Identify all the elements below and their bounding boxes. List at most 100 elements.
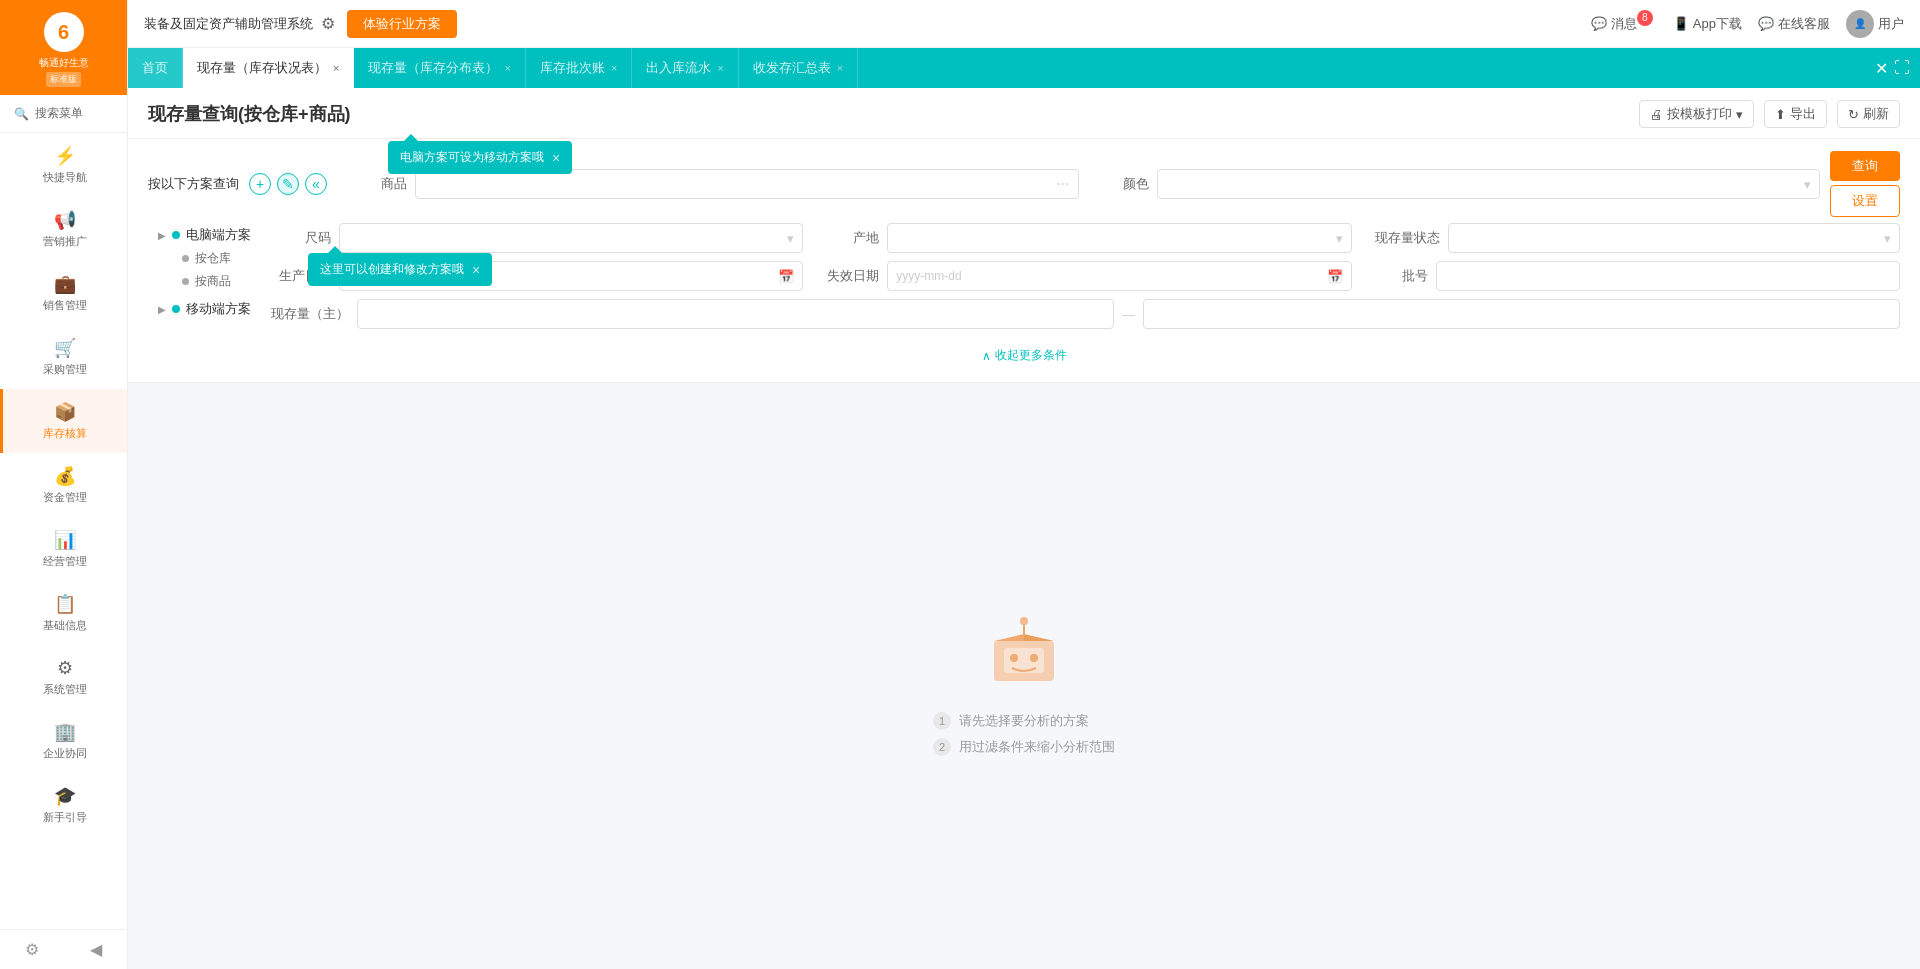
tab-inventory-dist[interactable]: 现存量（库存分布表） × bbox=[354, 48, 525, 88]
sidebar-item-system[interactable]: ⚙ 系统管理 bbox=[0, 645, 127, 709]
expiry-date-input[interactable]: yyyy-mm-dd 📅 bbox=[887, 261, 1351, 291]
page-actions: 🖨 按模板打印 ▾ ⬆ 导出 ↻ 刷新 bbox=[1639, 100, 1900, 128]
filter-row2: 尺码 ▾ 产地 ▾ bbox=[271, 223, 1900, 253]
empty-tip-1: 1 请先选择要分析的方案 bbox=[933, 712, 1115, 730]
color-select[interactable]: ▾ bbox=[1157, 169, 1821, 199]
sidebar-item-guide[interactable]: 🎓 新手引导 bbox=[0, 773, 127, 837]
sidebar-item-label: 基础信息 bbox=[43, 618, 87, 633]
sidebar-item-enterprise[interactable]: 🏢 企业协同 bbox=[0, 709, 127, 773]
svg-marker-1 bbox=[994, 634, 1024, 641]
batch-no-field: 批号 bbox=[1368, 261, 1900, 291]
tab-inventory-dist-close[interactable]: × bbox=[504, 62, 510, 74]
tooltip-pc-scheme: 电脑方案可设为移动方案哦 × bbox=[388, 141, 572, 174]
sidebar-item-marketing[interactable]: 📢 营销推广 bbox=[0, 197, 127, 261]
sidebar-item-inventory[interactable]: 📦 库存核算 bbox=[0, 389, 127, 453]
sidebar-collapse-btn[interactable]: ◀ bbox=[90, 940, 102, 959]
quick-nav-icon: ⚡ bbox=[54, 145, 76, 167]
tab-close-all-btn[interactable]: ✕ bbox=[1875, 59, 1888, 78]
tooltip2-close[interactable]: × bbox=[472, 262, 480, 278]
stock-min-input[interactable] bbox=[357, 299, 1114, 329]
basic-info-icon: 📋 bbox=[54, 593, 76, 615]
sidebar-item-label: 快捷导航 bbox=[43, 170, 87, 185]
tab-recv-summary-label: 收发存汇总表 bbox=[753, 59, 831, 77]
sidebar-item-finance[interactable]: 💰 资金管理 bbox=[0, 453, 127, 517]
marketing-icon: 📢 bbox=[54, 209, 76, 231]
query-btn[interactable]: 查询 bbox=[1830, 151, 1900, 181]
user-btn[interactable]: 👤 用户 bbox=[1846, 10, 1904, 38]
trial-btn[interactable]: 体验行业方案 bbox=[347, 10, 457, 38]
origin-field: 产地 ▾ bbox=[819, 223, 1351, 253]
sidebar-item-label: 采购管理 bbox=[43, 362, 87, 377]
template-print-btn[interactable]: 🖨 按模板打印 ▾ bbox=[1639, 100, 1754, 128]
tab-inventory-status-close[interactable]: × bbox=[333, 62, 339, 74]
tip-num-1: 1 bbox=[933, 712, 951, 730]
logo-name: 畅通好生意 bbox=[39, 56, 89, 70]
back-scheme-btn[interactable]: « bbox=[305, 173, 327, 195]
inventory-icon: 📦 bbox=[54, 401, 76, 423]
chevron-down-icon: ▾ bbox=[1804, 177, 1811, 192]
refresh-label: 刷新 bbox=[1863, 105, 1889, 123]
tab-inout-flow-close[interactable]: × bbox=[717, 62, 723, 74]
topbar-gear-icon[interactable]: ⚙ bbox=[321, 14, 335, 33]
scheme-tree-row: ▶ 电脑端方案 按仓库 按商品 ▶ 移动端方 bbox=[148, 223, 1900, 333]
color-label: 颜色 bbox=[1089, 175, 1149, 193]
stock-status-select[interactable]: ▾ bbox=[1448, 223, 1900, 253]
export-label: 导出 bbox=[1790, 105, 1816, 123]
refresh-btn[interactable]: ↻ 刷新 bbox=[1837, 100, 1900, 128]
scheme-pc-warehouse[interactable]: 按仓库 bbox=[158, 247, 251, 270]
tab-inventory-dist-label: 现存量（库存分布表） bbox=[368, 59, 498, 77]
tab-recv-summary-close[interactable]: × bbox=[837, 62, 843, 74]
online-service-btn[interactable]: 💬 在线客服 bbox=[1758, 15, 1830, 33]
sidebar-settings-btn[interactable]: ⚙ bbox=[25, 940, 39, 959]
sidebar: 6 畅通好生意 标准版 🔍 搜索菜单 ⚡ 快捷导航 📢 营销推广 💼 销售管理 … bbox=[0, 0, 128, 969]
tab-home-label: 首页 bbox=[142, 59, 168, 77]
origin-select[interactable]: ▾ bbox=[887, 223, 1351, 253]
product-scheme-dot bbox=[182, 278, 189, 285]
search-icon: 🔍 bbox=[14, 107, 29, 121]
tab-batch-ledger[interactable]: 库存批次账 × bbox=[526, 48, 632, 88]
export-icon: ⬆ bbox=[1775, 107, 1786, 122]
tab-inout-flow[interactable]: 出入库流水 × bbox=[632, 48, 738, 88]
tip-num-2: 2 bbox=[933, 738, 951, 756]
printer-icon: 🖨 bbox=[1650, 107, 1663, 122]
export-btn[interactable]: ⬆ 导出 bbox=[1764, 100, 1827, 128]
batch-no-input[interactable] bbox=[1436, 261, 1900, 291]
set-btn[interactable]: 设置 bbox=[1830, 185, 1900, 217]
app-download-btn[interactable]: 📱 App下载 bbox=[1673, 15, 1742, 33]
add-scheme-btn[interactable]: + bbox=[249, 173, 271, 195]
more-dots-icon[interactable]: ··· bbox=[1056, 175, 1069, 193]
sidebar-item-basic-info[interactable]: 📋 基础信息 bbox=[0, 581, 127, 645]
online-service-label: 在线客服 bbox=[1778, 15, 1830, 33]
scheme-pc-product[interactable]: 按商品 bbox=[158, 270, 251, 293]
sidebar-search[interactable]: 🔍 搜索菜单 bbox=[0, 95, 127, 133]
tab-batch-ledger-close[interactable]: × bbox=[611, 62, 617, 74]
size-select[interactable]: ▾ bbox=[339, 223, 803, 253]
stock-status-field: 现存量状态 ▾ bbox=[1368, 223, 1900, 253]
sidebar-item-operations[interactable]: 📊 经营管理 bbox=[0, 517, 127, 581]
collapse-conditions-btn[interactable]: ∧ 收起更多条件 bbox=[148, 341, 1900, 370]
system-icon: ⚙ bbox=[57, 657, 73, 679]
sidebar-logo: 6 畅通好生意 标准版 bbox=[0, 0, 127, 95]
finance-icon: 💰 bbox=[54, 465, 76, 487]
calendar-icon: 📅 bbox=[778, 269, 794, 284]
sidebar-item-label: 经营管理 bbox=[43, 554, 87, 569]
page-title: 现存量查询(按仓库+商品) bbox=[148, 102, 351, 126]
sidebar-item-sales[interactable]: 💼 销售管理 bbox=[0, 261, 127, 325]
scheme-pc[interactable]: ▶ 电脑端方案 bbox=[158, 223, 251, 247]
logo-tag: 标准版 bbox=[46, 72, 81, 87]
tab-recv-summary[interactable]: 收发存汇总表 × bbox=[739, 48, 858, 88]
stock-max-input[interactable] bbox=[1143, 299, 1900, 329]
edit-scheme-btn[interactable]: ✎ bbox=[277, 173, 299, 195]
tab-fullscreen-btn[interactable]: ⛶ bbox=[1894, 59, 1910, 77]
sidebar-item-quick-nav[interactable]: ⚡ 快捷导航 bbox=[0, 133, 127, 197]
scheme-mobile[interactable]: ▶ 移动端方案 bbox=[158, 297, 251, 321]
sidebar-item-purchase[interactable]: 🛒 采购管理 bbox=[0, 325, 127, 389]
service-icon: 💬 bbox=[1758, 16, 1774, 31]
svg-marker-2 bbox=[1024, 634, 1054, 641]
tab-home[interactable]: 首页 bbox=[128, 48, 183, 88]
scheme-btns: + ✎ « bbox=[249, 173, 327, 195]
tooltip1-close[interactable]: × bbox=[552, 150, 560, 166]
message-btn[interactable]: 💬 消息 8 bbox=[1591, 15, 1657, 33]
query-actions: 查询 设置 bbox=[1830, 151, 1900, 217]
tab-inventory-status[interactable]: 现存量（库存状况表） × bbox=[183, 48, 354, 88]
